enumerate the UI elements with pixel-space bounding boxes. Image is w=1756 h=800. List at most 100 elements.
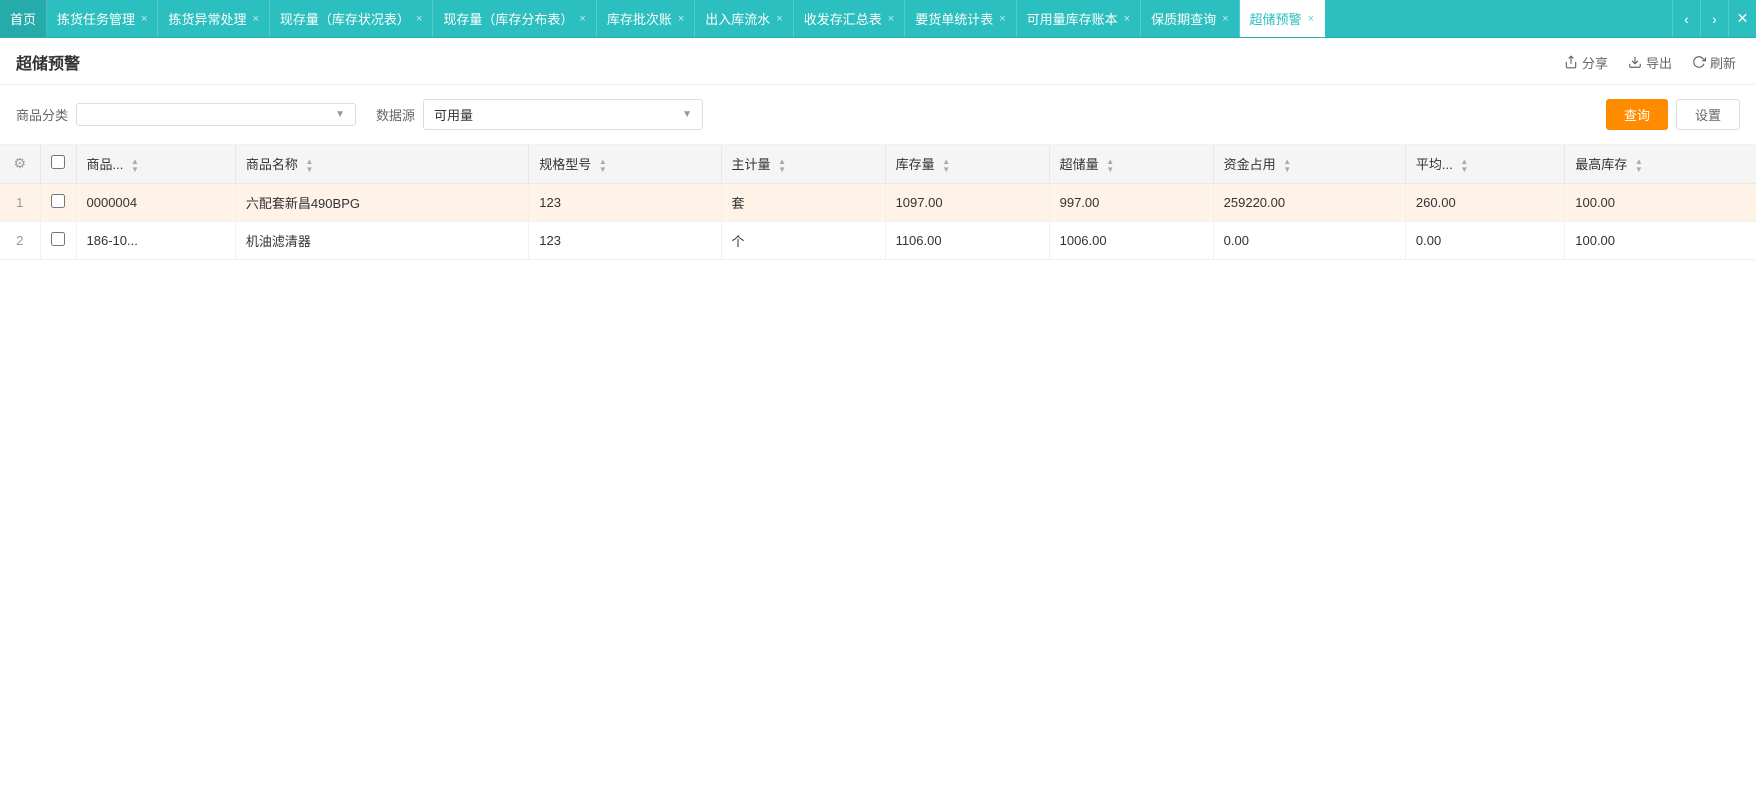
nav-exception[interactable]: 拣货异常处理 × — [158, 0, 269, 38]
nav-close-all-button[interactable]: ✕ — [1728, 0, 1756, 38]
cell-product-name: 六配套新昌490BPG — [235, 183, 528, 221]
cell-product-name: 机油滤清器 — [235, 221, 528, 259]
close-icon[interactable]: × — [678, 13, 684, 25]
close-icon[interactable]: × — [141, 13, 147, 25]
nav-available-stock[interactable]: 可用量库存账本 × — [1017, 0, 1141, 38]
nav-label: 保质期查询 — [1151, 9, 1216, 28]
refresh-button[interactable]: 刷新 — [1688, 51, 1740, 74]
share-icon — [1564, 55, 1578, 69]
nav-label: 现存量（库存分布表） — [443, 9, 573, 28]
sort-icon: ▲▼ — [1283, 158, 1291, 174]
refresh-icon — [1692, 55, 1706, 69]
nav-overstock[interactable]: 超储预警 × — [1240, 0, 1325, 38]
cell-capital: 259220.00 — [1213, 183, 1405, 221]
product-category-select[interactable]: ▼ — [76, 103, 356, 126]
gear-icon[interactable]: ⚙ — [13, 155, 26, 171]
col-avg-header[interactable]: 平均... ▲▼ — [1405, 145, 1564, 183]
table-header-row: ⚙ 商品... ▲▼ 商品名称 ▲▼ 规格型号 ▲▼ — [0, 145, 1756, 183]
nav-label: 拣货任务管理 — [57, 9, 135, 28]
share-button[interactable]: 分享 — [1560, 51, 1612, 74]
export-button[interactable]: 导出 — [1624, 51, 1676, 74]
query-button[interactable]: 查询 — [1606, 99, 1668, 130]
sort-icon: ▲▼ — [1635, 158, 1643, 174]
nav-home-label: 首页 — [10, 9, 36, 28]
close-icon[interactable]: × — [776, 13, 782, 25]
cell-unit: 套 — [721, 183, 885, 221]
page-title: 超储预警 — [16, 50, 80, 74]
data-source-value: 可用量 — [434, 105, 473, 124]
col-capital-header[interactable]: 资金占用 ▲▼ — [1213, 145, 1405, 183]
nav-home[interactable]: 首页 — [0, 0, 47, 38]
filter-action-buttons: 查询 设置 — [1606, 99, 1740, 130]
col-spec-header[interactable]: 规格型号 ▲▼ — [529, 145, 721, 183]
sort-icon: ▲▼ — [1106, 158, 1114, 174]
nav-stock-status[interactable]: 现存量（库存状况表） × — [270, 0, 433, 38]
close-icon[interactable]: × — [416, 13, 422, 25]
close-icon[interactable]: × — [1124, 13, 1130, 25]
close-icon[interactable]: × — [252, 13, 258, 25]
close-icon[interactable]: × — [888, 13, 894, 25]
col-stock-header[interactable]: 库存量 ▲▼ — [885, 145, 1049, 183]
chevron-down-icon: ▼ — [335, 109, 345, 120]
nav-batch[interactable]: 库存批次账 × — [597, 0, 695, 38]
row-checkbox-cell — [40, 221, 76, 259]
export-label: 导出 — [1646, 53, 1672, 72]
nav-summary[interactable]: 收发存汇总表 × — [794, 0, 905, 38]
table-row: 1 0000004 六配套新昌490BPG 123 套 1097.00 997.… — [0, 183, 1756, 221]
product-category-filter: 商品分类 ▼ — [16, 103, 356, 126]
row-number: 2 — [0, 221, 40, 259]
sort-icon: ▲▼ — [778, 158, 786, 174]
cell-stock: 1097.00 — [885, 183, 1049, 221]
cell-product-code: 0000004 — [76, 183, 235, 221]
nav-label: 库存批次账 — [607, 9, 672, 28]
nav-inout[interactable]: 出入库流水 × — [695, 0, 793, 38]
data-source-filter: 数据源 可用量 ▼ — [376, 99, 703, 130]
nav-label: 超储预警 — [1250, 9, 1302, 28]
nav-arrows: ‹ › ✕ — [1672, 0, 1756, 38]
cell-product-code: 186-10... — [76, 221, 235, 259]
sort-icon: ▲▼ — [942, 158, 950, 174]
table-row: 2 186-10... 机油滤清器 123 个 1106.00 1006.00 … — [0, 221, 1756, 259]
cell-avg: 260.00 — [1405, 183, 1564, 221]
close-icon[interactable]: × — [999, 13, 1005, 25]
row-checkbox[interactable] — [51, 232, 65, 246]
close-icon[interactable]: × — [1222, 13, 1228, 25]
row-number: 1 — [0, 183, 40, 221]
close-icon[interactable]: × — [579, 13, 585, 25]
sort-icon: ▲▼ — [1460, 158, 1468, 174]
cell-maxstock: 100.00 — [1565, 221, 1756, 259]
table-wrapper: ⚙ 商品... ▲▼ 商品名称 ▲▼ 规格型号 ▲▼ — [0, 145, 1756, 260]
cell-unit: 个 — [721, 221, 885, 259]
nav-requisition[interactable]: 要货单统计表 × — [905, 0, 1016, 38]
settings-button[interactable]: 设置 — [1676, 99, 1740, 130]
nav-label: 可用量库存账本 — [1027, 9, 1118, 28]
nav-label: 要货单统计表 — [915, 9, 993, 28]
page-content: 超储预警 分享 导出 刷新 商品分类 ▼ 数据源 — [0, 38, 1756, 800]
sort-icon: ▲▼ — [599, 158, 607, 174]
col-product-name-header[interactable]: 商品名称 ▲▼ — [235, 145, 528, 183]
refresh-label: 刷新 — [1710, 53, 1736, 72]
col-overstock-header[interactable]: 超储量 ▲▼ — [1049, 145, 1213, 183]
col-unit-header[interactable]: 主计量 ▲▼ — [721, 145, 885, 183]
col-settings-header: ⚙ — [0, 145, 40, 183]
close-icon[interactable]: × — [1308, 13, 1314, 25]
nav-next-button[interactable]: › — [1700, 0, 1728, 38]
data-table: ⚙ 商品... ▲▼ 商品名称 ▲▼ 规格型号 ▲▼ — [0, 145, 1756, 260]
col-checkbox-header — [40, 145, 76, 183]
nav-label: 拣货异常处理 — [168, 9, 246, 28]
data-source-select[interactable]: 可用量 ▼ — [423, 99, 703, 130]
col-maxstock-header[interactable]: 最高库存 ▲▼ — [1565, 145, 1756, 183]
nav-stock-dist[interactable]: 现存量（库存分布表） × — [433, 0, 596, 38]
top-nav: 首页 拣货任务管理 × 拣货异常处理 × 现存量（库存状况表） × 现存量（库存… — [0, 0, 1756, 38]
cell-spec: 123 — [529, 183, 721, 221]
cell-overstock: 997.00 — [1049, 183, 1213, 221]
nav-prev-button[interactable]: ‹ — [1672, 0, 1700, 38]
share-label: 分享 — [1582, 53, 1608, 72]
row-checkbox[interactable] — [51, 194, 65, 208]
col-product-code-header[interactable]: 商品... ▲▼ — [76, 145, 235, 183]
cell-stock: 1106.00 — [885, 221, 1049, 259]
select-all-checkbox[interactable] — [51, 155, 65, 169]
nav-quality[interactable]: 保质期查询 × — [1141, 0, 1239, 38]
nav-task-mgmt[interactable]: 拣货任务管理 × — [47, 0, 158, 38]
product-category-label: 商品分类 — [16, 105, 68, 124]
